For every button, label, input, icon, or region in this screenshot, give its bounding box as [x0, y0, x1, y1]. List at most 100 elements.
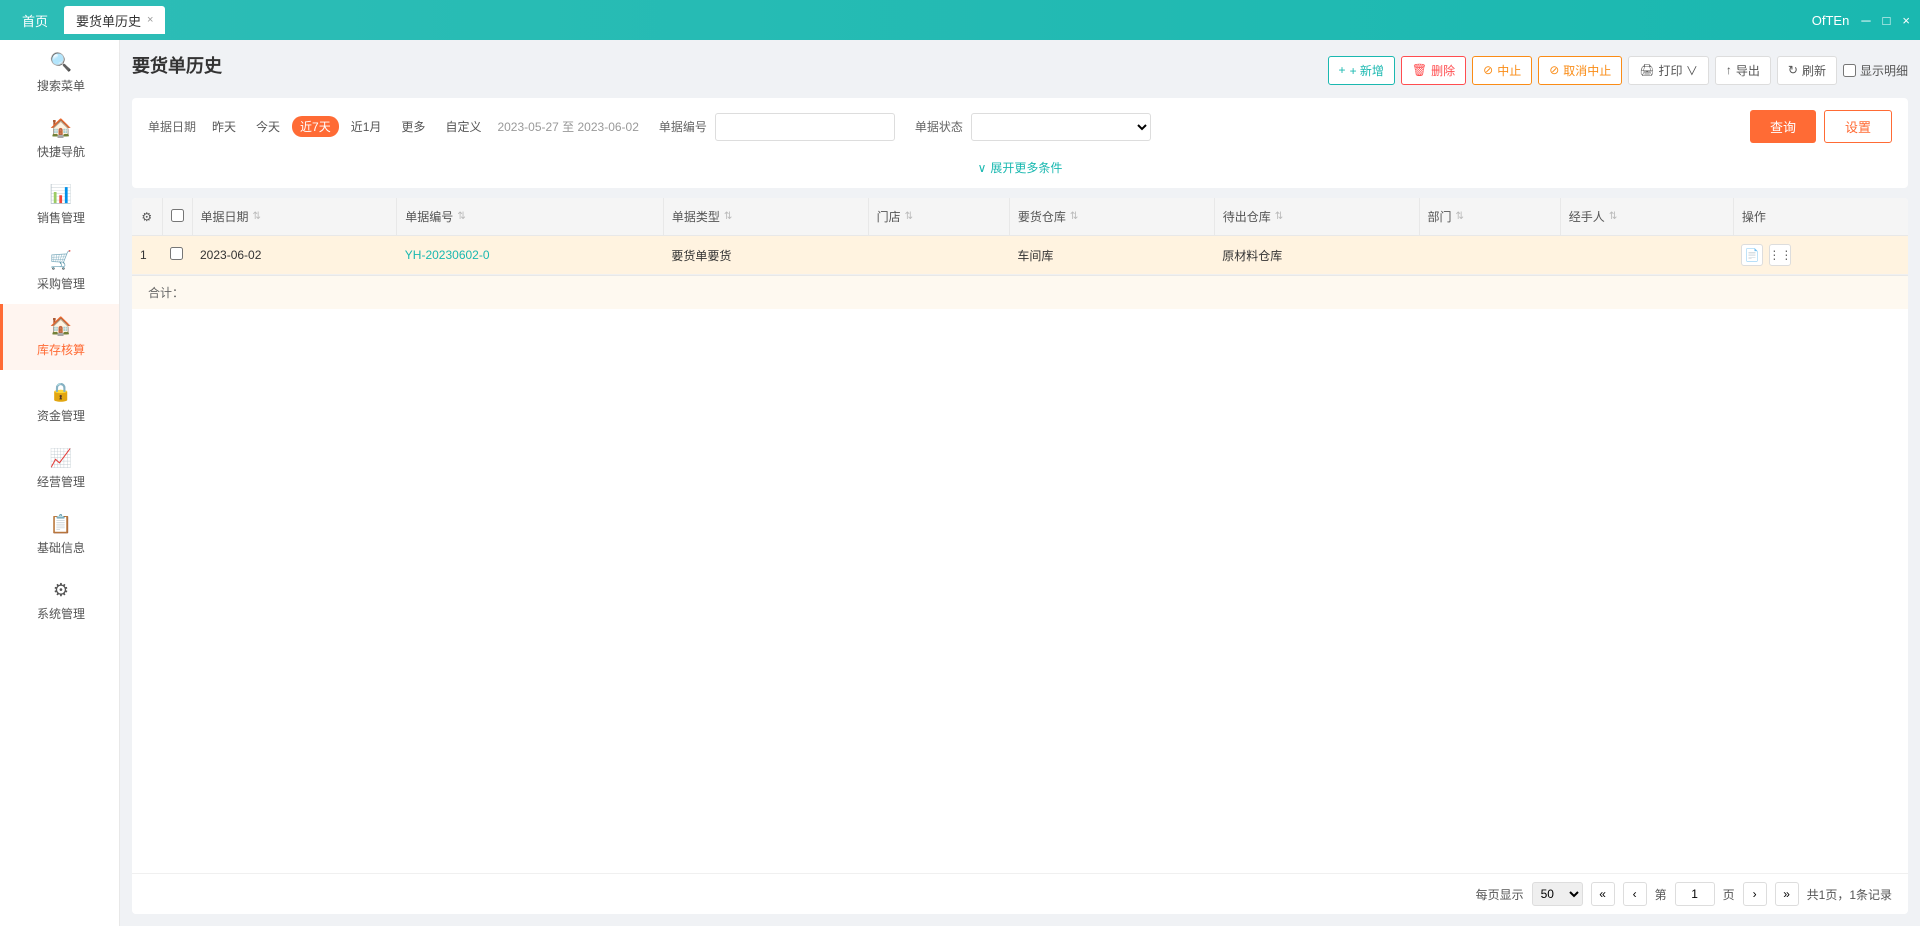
tab-home[interactable]: 首页: [10, 6, 60, 34]
delete-button[interactable]: 🗑 删除: [1401, 56, 1466, 85]
th-department[interactable]: 部门 ⇅: [1419, 198, 1560, 236]
th-checkbox: [162, 198, 192, 236]
tab-requisition-history[interactable]: 要货单历史 ×: [64, 6, 165, 34]
print-button[interactable]: 🖨 打印 ∨: [1628, 56, 1709, 85]
export-button[interactable]: ↑ 导出: [1715, 56, 1771, 85]
sidebar-item-nav[interactable]: 🏠 快捷导航: [0, 106, 119, 172]
top-bar: 首页 要货单历史 × OfTEn ─ □ ×: [0, 0, 1920, 40]
sidebar-item-operation[interactable]: 📈 经营管理: [0, 436, 119, 502]
stop-icon: ⊘: [1483, 63, 1493, 77]
close-window-icon[interactable]: ×: [1902, 13, 1910, 28]
td-department: [1419, 236, 1560, 275]
sort-reqwarehouse-icon: ⇅: [1070, 211, 1078, 222]
page-input[interactable]: [1675, 882, 1715, 906]
sidebar-item-system-label: 系统管理: [37, 605, 85, 622]
th-date[interactable]: 单据日期 ⇅: [192, 198, 397, 236]
sidebar-item-search[interactable]: 🔍 搜索菜单: [0, 40, 119, 106]
bill-no-filter-group: 单据编号: [659, 113, 895, 141]
row-edit-button[interactable]: 📄: [1741, 244, 1763, 266]
sidebar-item-system[interactable]: ⚙ 系统管理: [0, 568, 119, 634]
page-size-select[interactable]: 10 20 50 100: [1532, 882, 1583, 906]
sidebar-item-purchase-label: 采购管理: [37, 275, 85, 292]
inventory-icon: 🏠: [50, 316, 72, 337]
refresh-icon: ↻: [1788, 63, 1798, 77]
export-icon: ↑: [1726, 63, 1732, 77]
pagination: 每页显示 10 20 50 100 « ‹ 第 页 › » 共1页，1条记录: [132, 873, 1908, 914]
delete-icon: 🗑: [1412, 63, 1427, 77]
sidebar-item-inventory[interactable]: 🏠 库存核算: [0, 304, 119, 370]
sidebar-item-sales-label: 销售管理: [37, 209, 85, 226]
date-btn-yesterday[interactable]: 昨天: [204, 116, 244, 137]
settings-button[interactable]: 设置: [1824, 110, 1892, 143]
date-btn-custom[interactable]: 自定义: [437, 116, 489, 137]
bill-no-link[interactable]: YH-20230602-0: [405, 248, 490, 262]
th-bill-type[interactable]: 单据类型 ⇅: [663, 198, 868, 236]
bill-status-filter-group: 单据状态 已审核 未审核 已中止: [915, 113, 1151, 141]
td-checkbox[interactable]: [162, 236, 192, 275]
purchase-icon: 🛒: [50, 250, 72, 271]
th-req-warehouse[interactable]: 要货仓库 ⇅: [1009, 198, 1214, 236]
row-checkbox[interactable]: [170, 247, 183, 260]
sort-billtype-icon: ⇅: [724, 211, 732, 222]
bill-status-select[interactable]: 已审核 未审核 已中止: [971, 113, 1151, 141]
table-footer: 合计：: [132, 275, 1908, 309]
basic-icon: 📋: [50, 514, 72, 535]
bill-no-input[interactable]: [715, 113, 895, 141]
print-icon: 🖨: [1639, 63, 1654, 77]
expand-more-button[interactable]: ∨ 展开更多条件: [978, 159, 1063, 176]
next-page-button[interactable]: ›: [1743, 882, 1767, 906]
page-size-label: 每页显示: [1476, 886, 1524, 903]
date-btn-7days[interactable]: 近7天: [292, 116, 339, 137]
th-bill-no[interactable]: 单据编号 ⇅: [397, 198, 664, 236]
query-button[interactable]: 查询: [1750, 110, 1816, 143]
sort-date-icon: ⇅: [253, 211, 261, 222]
sidebar-item-sales[interactable]: 📊 销售管理: [0, 172, 119, 238]
system-icon: ⚙: [53, 580, 69, 601]
sidebar-item-inventory-label: 库存核算: [37, 341, 85, 358]
row-action-buttons: 📄 ⋮⋮: [1741, 244, 1900, 266]
th-store[interactable]: 门店 ⇅: [868, 198, 1009, 236]
bill-no-label: 单据编号: [659, 118, 707, 135]
th-action: 操作: [1733, 198, 1908, 236]
sidebar-item-search-label: 搜索菜单: [37, 77, 85, 94]
display-detail-toggle[interactable]: 显示明细: [1843, 62, 1908, 79]
cancel-stop-button[interactable]: ⊘ 取消中止: [1538, 56, 1622, 85]
td-store: [868, 236, 1009, 275]
page-suffix-label: 页: [1723, 886, 1735, 903]
tab-close-icon[interactable]: ×: [147, 14, 153, 26]
requisition-table: ⚙ 单据日期 ⇅ 单据编号: [132, 198, 1908, 275]
page-title: 要货单历史: [132, 52, 222, 78]
sidebar-item-purchase[interactable]: 🛒 采购管理: [0, 238, 119, 304]
sort-billno-icon: ⇅: [457, 211, 465, 222]
table-header: ⚙ 单据日期 ⇅ 单据编号: [132, 198, 1908, 236]
th-settings[interactable]: ⚙: [132, 198, 162, 236]
new-button[interactable]: + + 新增: [1328, 56, 1395, 85]
sidebar-item-finance[interactable]: 🔒 资金管理: [0, 370, 119, 436]
prev-page-button[interactable]: ‹: [1623, 882, 1647, 906]
date-btn-1month[interactable]: 近1月: [343, 116, 390, 137]
th-pending-warehouse[interactable]: 待出仓库 ⇅: [1214, 198, 1419, 236]
sidebar-item-basic[interactable]: 📋 基础信息: [0, 502, 119, 568]
date-btn-more[interactable]: 更多: [393, 116, 433, 137]
date-btn-today[interactable]: 今天: [248, 116, 288, 137]
sidebar-item-basic-label: 基础信息: [37, 539, 85, 556]
stop-button[interactable]: ⊘ 中止: [1472, 56, 1532, 85]
display-detail-checkbox[interactable]: [1843, 64, 1856, 77]
row-more-button[interactable]: ⋮⋮: [1769, 244, 1791, 266]
last-page-button[interactable]: »: [1775, 882, 1799, 906]
bill-status-label: 单据状态: [915, 118, 963, 135]
select-all-checkbox[interactable]: [171, 209, 184, 222]
sidebar-item-finance-label: 资金管理: [37, 407, 85, 424]
sidebar-item-nav-label: 快捷导航: [37, 143, 85, 160]
minimize-icon[interactable]: ─: [1861, 13, 1870, 28]
finance-icon: 🔒: [50, 382, 72, 403]
expand-icon: ∨: [978, 161, 987, 175]
sidebar-item-operation-label: 经营管理: [37, 473, 85, 490]
first-page-button[interactable]: «: [1591, 882, 1615, 906]
refresh-button[interactable]: ↻ 刷新: [1777, 56, 1837, 85]
th-handler[interactable]: 经手人 ⇅: [1560, 198, 1733, 236]
maximize-icon[interactable]: □: [1883, 13, 1891, 28]
sort-dept-icon: ⇅: [1456, 211, 1464, 222]
sort-store-icon: ⇅: [905, 211, 913, 222]
new-icon: +: [1339, 63, 1346, 77]
